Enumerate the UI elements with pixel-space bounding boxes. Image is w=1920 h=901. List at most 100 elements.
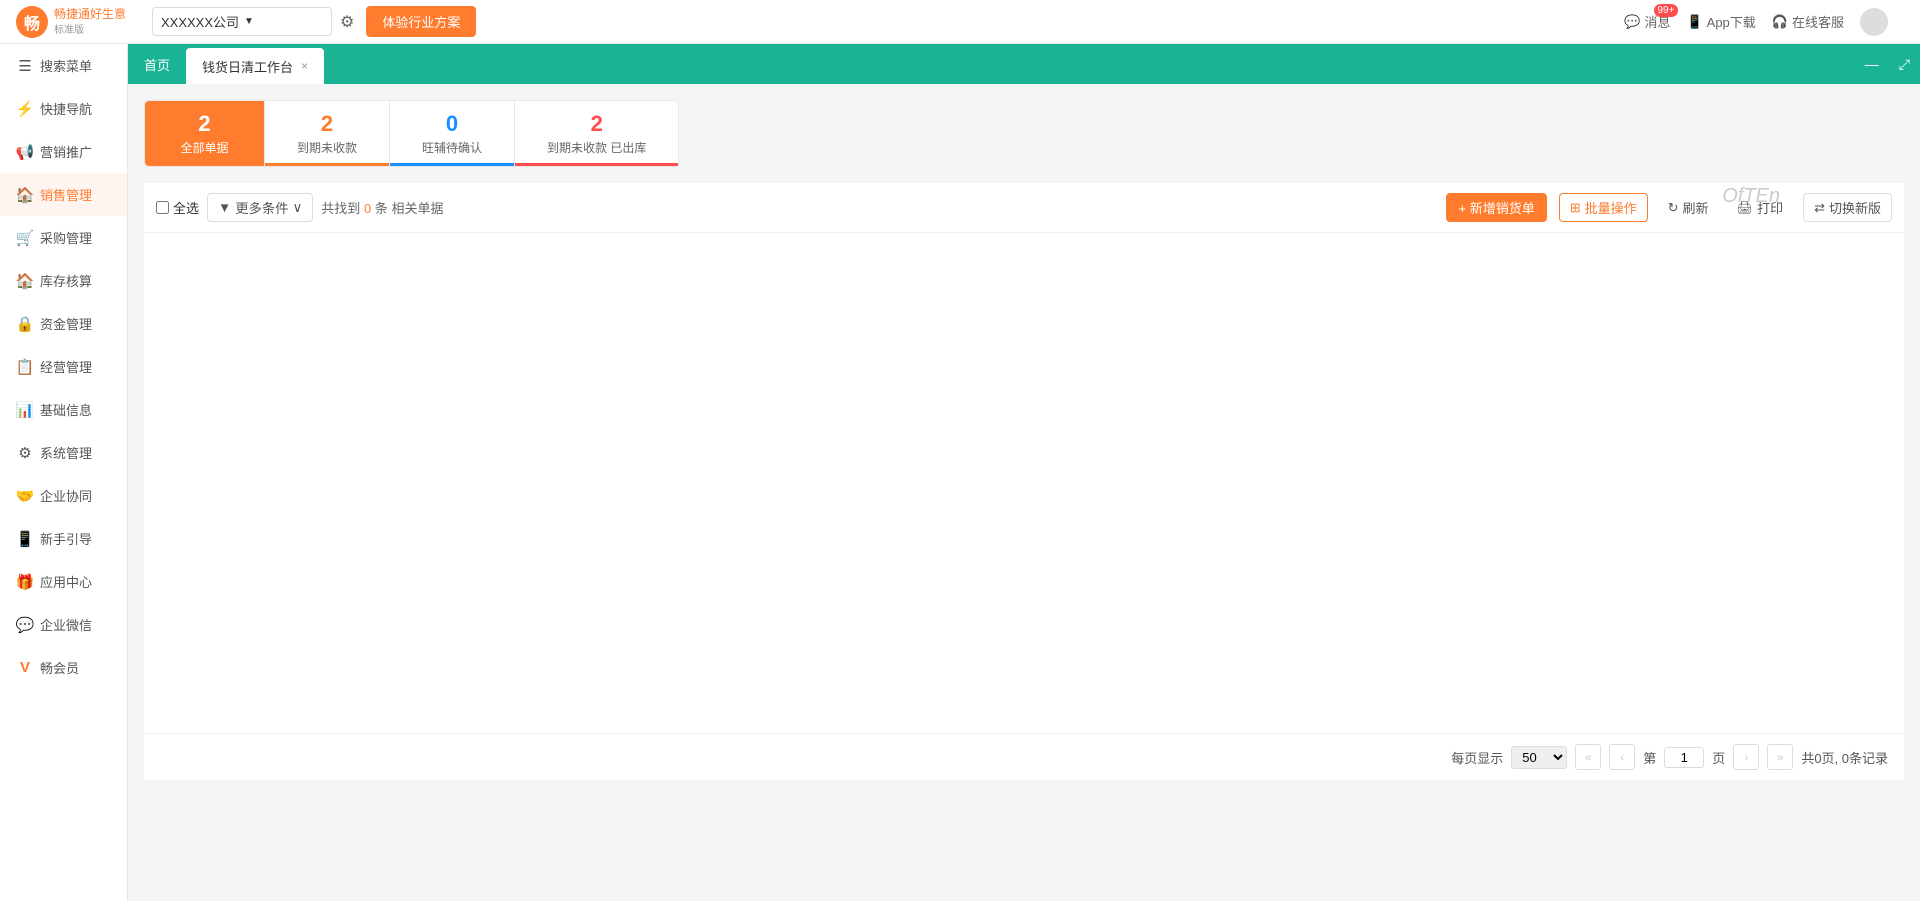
content-inner: 2 全部单据 2 到期未收款 0 旺辅待确认 2 到期未收款 已出库 <box>128 84 1920 796</box>
last-page-btn[interactable]: » <box>1767 744 1793 770</box>
company-selector[interactable]: XXXXXX公司 ▼ <box>152 7 332 36</box>
refresh-icon: ↻ <box>1668 200 1679 216</box>
sidebar-item-member[interactable]: V 畅会员 <box>0 646 127 689</box>
print-btn[interactable]: 🖨 打印 <box>1729 194 1792 221</box>
sidebar-item-marketing[interactable]: 📢 营销推广 <box>0 130 127 173</box>
system-icon: ⚙ <box>16 444 34 462</box>
sidebar-item-search-menu[interactable]: ☰ 搜索菜单 <box>0 44 127 87</box>
stats-label-overdue-unpaid: 到期未收款 <box>297 139 357 156</box>
sidebar-item-quick-nav[interactable]: ⚡ 快捷导航 <box>0 87 127 130</box>
print-label: 打印 <box>1757 198 1783 217</box>
quick-nav-icon: ⚡ <box>16 100 34 118</box>
enterprise-icon: 🤝 <box>16 487 34 505</box>
stats-tab-all[interactable]: 2 全部单据 <box>145 101 265 166</box>
stats-label-overdue-shipped: 到期未收款 已出库 <box>547 139 646 156</box>
sidebar-label-inventory: 库存核算 <box>40 271 92 290</box>
tab-minimize-icon[interactable]: — <box>1855 56 1889 72</box>
select-all-checkbox[interactable] <box>156 201 169 214</box>
messages-badge: 99+ <box>1654 4 1679 17</box>
switch-btn[interactable]: ⇄ 切换新版 <box>1803 193 1892 222</box>
found-unit: 条 <box>375 201 388 216</box>
sidebar-item-system[interactable]: ⚙ 系统管理 <box>0 431 127 474</box>
sidebar-item-inventory[interactable]: 🏠 库存核算 <box>0 259 127 302</box>
sidebar-label-newbie: 新手引导 <box>40 529 92 548</box>
message-icon: 💬 <box>1624 14 1640 30</box>
sidebar-label-operation: 经营管理 <box>40 357 92 376</box>
settings-icon[interactable]: ⚙ <box>340 12 354 32</box>
tab-home-label: 首页 <box>144 55 170 74</box>
tab-active[interactable]: 钱货日清工作台 × <box>186 48 324 84</box>
top-bar-right: 💬 消息 99+ 📱 App下载 🎧 在线客服 <box>1624 8 1904 36</box>
logo-icon: 畅 <box>16 6 48 38</box>
refresh-btn[interactable]: ↻ 刷新 <box>1660 194 1717 221</box>
tab-home[interactable]: 首页 <box>128 44 186 84</box>
sidebar-label-basic-info: 基础信息 <box>40 400 92 419</box>
next-page-btn[interactable]: › <box>1733 744 1759 770</box>
select-all-area[interactable]: 全选 <box>156 198 199 217</box>
sidebar: ☰ 搜索菜单 ⚡ 快捷导航 📢 营销推广 🏠 销售管理 🛒 采购管理 🏠 库存核… <box>0 44 128 901</box>
sidebar-item-app-center[interactable]: 🎁 应用中心 <box>0 560 127 603</box>
switch-icon: ⇄ <box>1814 200 1825 216</box>
sidebar-item-wechat[interactable]: 💬 企业微信 <box>0 603 127 646</box>
logo-sub-text: 标准版 <box>54 21 126 36</box>
trial-btn[interactable]: 体验行业方案 <box>366 6 476 37</box>
stats-label-all: 全部单据 <box>180 139 228 156</box>
inventory-icon: 🏠 <box>16 272 34 290</box>
stats-num-overdue-shipped: 2 <box>591 111 603 137</box>
batch-btn[interactable]: ⊞ 批量操作 <box>1559 193 1648 222</box>
sidebar-item-operation[interactable]: 📋 经营管理 <box>0 345 127 388</box>
per-page-label: 每页显示 <box>1451 748 1503 767</box>
basic-info-icon: 📊 <box>16 401 34 419</box>
stats-num-all: 2 <box>198 111 210 137</box>
app-download-btn[interactable]: 📱 App下载 <box>1686 12 1755 31</box>
sidebar-label-enterprise: 企业协同 <box>40 486 92 505</box>
main-content: 2 全部单据 2 到期未收款 0 旺辅待确认 2 到期未收款 已出库 <box>128 84 1920 901</box>
sidebar-item-basic-info[interactable]: 📊 基础信息 <box>0 388 127 431</box>
avatar[interactable] <box>1860 8 1888 36</box>
online-service-btn[interactable]: 🎧 在线客服 <box>1772 12 1844 31</box>
stats-num-wangwang: 0 <box>446 111 458 137</box>
tab-bar: 首页 钱货日清工作台 × — ⤢ <box>128 44 1920 84</box>
found-count: 0 <box>364 201 371 216</box>
toolbar-right: + 新增销货单 ⊞ 批量操作 ↻ 刷新 🖨 打印 ⇄ 切换新版 <box>1434 193 1904 222</box>
first-page-btn[interactable]: « <box>1575 744 1601 770</box>
sidebar-label-purchase: 采购管理 <box>40 228 92 247</box>
add-sales-btn[interactable]: + 新增销货单 <box>1446 193 1546 222</box>
pagination-bar: 每页显示 50 20 100 « ‹ 第 页 › » 共0页, 0条记录 <box>144 733 1904 780</box>
per-page-select[interactable]: 50 20 100 <box>1511 746 1567 769</box>
filter-btn[interactable]: ▼ 更多条件 ∨ <box>207 193 313 222</box>
search-menu-icon: ☰ <box>16 57 34 75</box>
stats-tab-wangwang[interactable]: 0 旺辅待确认 <box>390 101 515 166</box>
page-label: 第 <box>1643 748 1656 767</box>
sidebar-label-app-center: 应用中心 <box>40 572 92 591</box>
logo-area: 畅 畅捷通好生意 标准版 <box>16 6 144 38</box>
page-input[interactable] <box>1664 747 1704 768</box>
messages-btn[interactable]: 💬 消息 99+ <box>1624 12 1670 31</box>
app-center-icon: 🎁 <box>16 573 34 591</box>
app-download-label: App下载 <box>1707 12 1756 31</box>
online-service-label: 在线客服 <box>1792 12 1844 31</box>
stats-tab-indicator-3 <box>390 163 514 166</box>
sidebar-item-enterprise[interactable]: 🤝 企业协同 <box>0 474 127 517</box>
page-suffix: 页 <box>1712 748 1725 767</box>
top-bar: 畅 畅捷通好生意 标准版 XXXXXX公司 ▼ ⚙ 体验行业方案 💬 消息 99… <box>0 0 1920 44</box>
company-dropdown-icon: ▼ <box>244 16 323 27</box>
stats-tab-indicator-2 <box>265 163 389 166</box>
stats-tab-overdue-shipped[interactable]: 2 到期未收款 已出库 <box>515 101 678 166</box>
logo-main-text: 畅捷通好生意 <box>54 7 126 21</box>
finance-icon: 🔒 <box>16 315 34 333</box>
found-text: 共找到 0 条 相关单据 <box>321 198 443 217</box>
tab-close-icon[interactable]: × <box>301 59 308 73</box>
total-label: 共0页, 0条记录 <box>1801 748 1888 767</box>
tab-active-label: 钱货日清工作台 <box>202 57 293 76</box>
operation-icon: 📋 <box>16 358 34 376</box>
sidebar-item-newbie[interactable]: 📱 新手引导 <box>0 517 127 560</box>
stats-tab-overdue-unpaid[interactable]: 2 到期未收款 <box>265 101 390 166</box>
sidebar-item-sales[interactable]: 🏠 销售管理 <box>0 173 127 216</box>
sidebar-item-purchase[interactable]: 🛒 采购管理 <box>0 216 127 259</box>
sidebar-item-finance[interactable]: 🔒 资金管理 <box>0 302 127 345</box>
tab-maximize-icon[interactable]: ⤢ <box>1889 56 1920 73</box>
found-suffix: 相关单据 <box>391 201 443 216</box>
marketing-icon: 📢 <box>16 143 34 161</box>
prev-page-btn[interactable]: ‹ <box>1609 744 1635 770</box>
